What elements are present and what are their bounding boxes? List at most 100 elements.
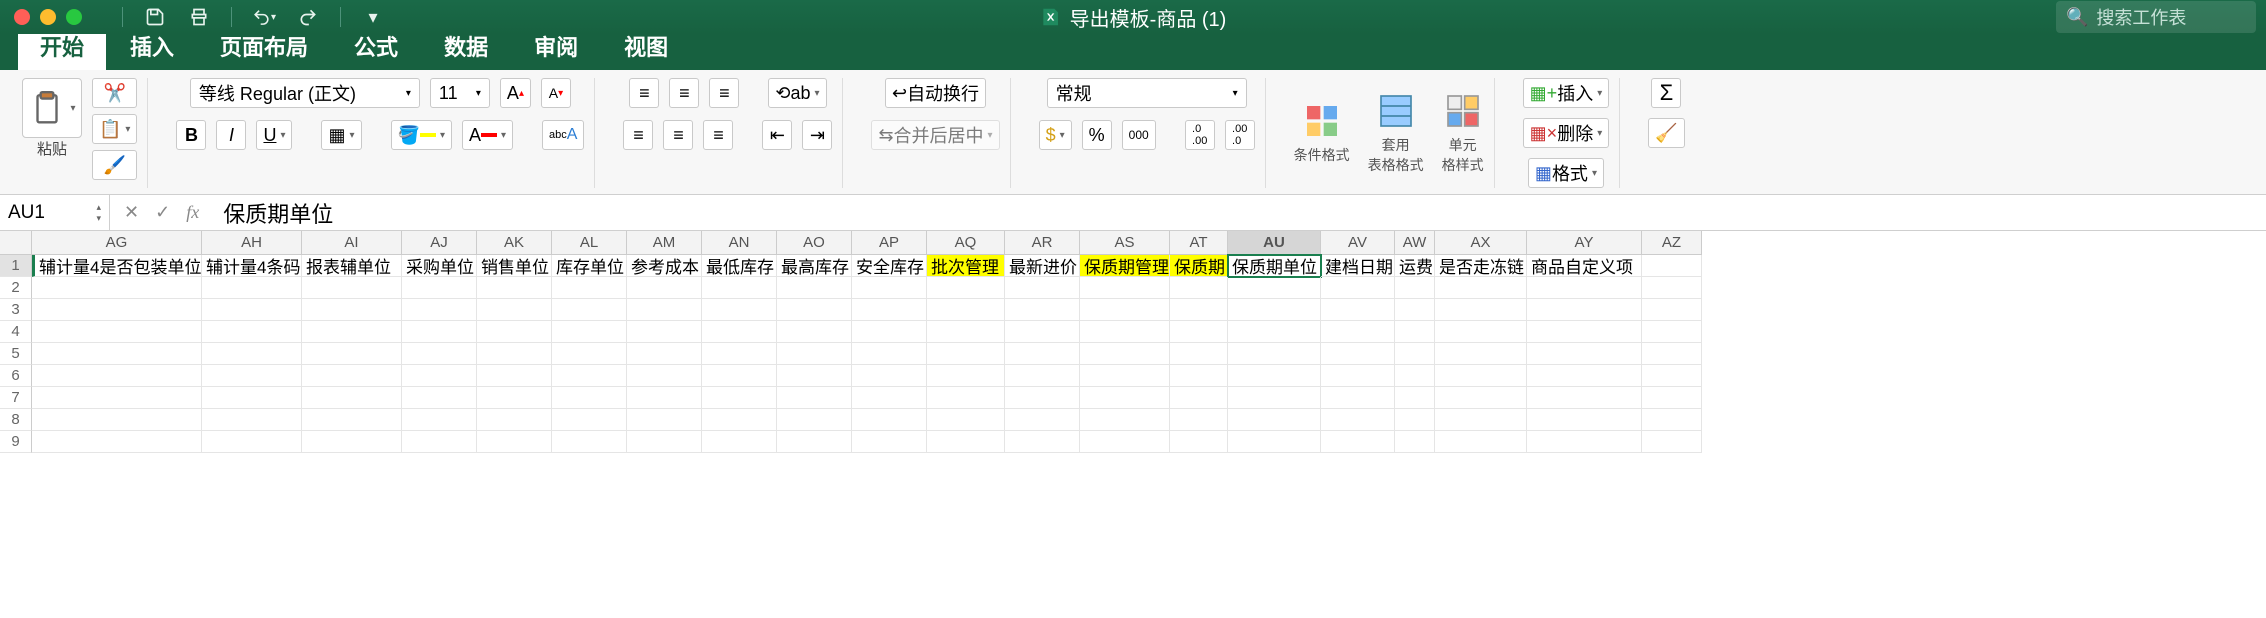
clear-button[interactable]: 🧹 [1648, 118, 1684, 148]
cell-AJ2[interactable] [402, 277, 477, 299]
cell-AM4[interactable] [627, 321, 702, 343]
cell-AU8[interactable] [1228, 409, 1321, 431]
column-header-AN[interactable]: AN [702, 231, 777, 255]
underline-button[interactable]: U [256, 120, 292, 150]
align-top-button[interactable]: ≡ [629, 78, 659, 108]
cell-AK4[interactable] [477, 321, 552, 343]
cell-AG1[interactable]: 辅计量4是否包装单位 [32, 255, 202, 277]
decrease-font-button[interactable]: A▾ [541, 78, 571, 108]
cell-AG8[interactable] [32, 409, 202, 431]
column-header-AK[interactable]: AK [477, 231, 552, 255]
cell-AK8[interactable] [477, 409, 552, 431]
cell-AZ4[interactable] [1642, 321, 1702, 343]
column-header-AQ[interactable]: AQ [927, 231, 1005, 255]
column-header-AV[interactable]: AV [1321, 231, 1395, 255]
cell-AY4[interactable] [1527, 321, 1642, 343]
column-header-AO[interactable]: AO [777, 231, 852, 255]
cell-AP3[interactable] [852, 299, 927, 321]
cell-AW8[interactable] [1395, 409, 1435, 431]
cell-AZ5[interactable] [1642, 343, 1702, 365]
cell-AO4[interactable] [777, 321, 852, 343]
cell-AS9[interactable] [1080, 431, 1170, 453]
cell-AW7[interactable] [1395, 387, 1435, 409]
cell-AI2[interactable] [302, 277, 402, 299]
row-header-7[interactable]: 7 [0, 387, 32, 409]
cell-AI3[interactable] [302, 299, 402, 321]
cell-AN6[interactable] [702, 365, 777, 387]
cell-AX1[interactable]: 是否走冻链 [1435, 255, 1527, 277]
cell-AY1[interactable]: 商品自定义项 [1527, 255, 1642, 277]
cell-AH6[interactable] [202, 365, 302, 387]
cell-AK7[interactable] [477, 387, 552, 409]
bold-button[interactable]: B [176, 120, 206, 150]
cell-AJ3[interactable] [402, 299, 477, 321]
column-header-AJ[interactable]: AJ [402, 231, 477, 255]
delete-cells-button[interactable]: ▦× 删除 [1523, 118, 1610, 148]
cell-AK1[interactable]: 销售单位 [477, 255, 552, 277]
cell-AW4[interactable] [1395, 321, 1435, 343]
cell-AO8[interactable] [777, 409, 852, 431]
cell-AV2[interactable] [1321, 277, 1395, 299]
cell-AX4[interactable] [1435, 321, 1527, 343]
cell-AR4[interactable] [1005, 321, 1080, 343]
row-header-4[interactable]: 4 [0, 321, 32, 343]
cell-style-button[interactable]: 单元 格样式 [1442, 91, 1484, 175]
cell-AK2[interactable] [477, 277, 552, 299]
cell-AK6[interactable] [477, 365, 552, 387]
cell-AO6[interactable] [777, 365, 852, 387]
column-header-AY[interactable]: AY [1527, 231, 1642, 255]
cell-AP1[interactable]: 安全库存 [852, 255, 927, 277]
cell-AP9[interactable] [852, 431, 927, 453]
cell-AM6[interactable] [627, 365, 702, 387]
cell-AI4[interactable] [302, 321, 402, 343]
cell-AJ8[interactable] [402, 409, 477, 431]
fx-icon[interactable]: fx [186, 202, 199, 223]
cell-AN8[interactable] [702, 409, 777, 431]
cell-AI5[interactable] [302, 343, 402, 365]
increase-decimal-button[interactable]: .0.00 [1185, 120, 1215, 150]
cell-AV7[interactable] [1321, 387, 1395, 409]
cell-AY8[interactable] [1527, 409, 1642, 431]
cell-AR5[interactable] [1005, 343, 1080, 365]
cell-AG3[interactable] [32, 299, 202, 321]
cell-AR3[interactable] [1005, 299, 1080, 321]
cell-AK5[interactable] [477, 343, 552, 365]
cell-AQ9[interactable] [927, 431, 1005, 453]
cell-AV4[interactable] [1321, 321, 1395, 343]
cell-AT6[interactable] [1170, 365, 1228, 387]
cell-AT8[interactable] [1170, 409, 1228, 431]
print-icon[interactable] [187, 5, 211, 29]
cell-AW2[interactable] [1395, 277, 1435, 299]
cell-AN5[interactable] [702, 343, 777, 365]
cell-AK9[interactable] [477, 431, 552, 453]
wrap-text-button[interactable]: ↩ 自动换行 [885, 78, 986, 108]
cell-AS2[interactable] [1080, 277, 1170, 299]
column-header-AU[interactable]: AU [1228, 231, 1321, 255]
cell-AM2[interactable] [627, 277, 702, 299]
cell-AZ3[interactable] [1642, 299, 1702, 321]
cell-AV9[interactable] [1321, 431, 1395, 453]
cell-AP4[interactable] [852, 321, 927, 343]
search-sheet[interactable]: 🔍 搜索工作表 [2056, 1, 2256, 33]
cell-AQ7[interactable] [927, 387, 1005, 409]
cell-AL2[interactable] [552, 277, 627, 299]
cell-AH8[interactable] [202, 409, 302, 431]
column-header-AW[interactable]: AW [1395, 231, 1435, 255]
column-header-AI[interactable]: AI [302, 231, 402, 255]
cell-AV8[interactable] [1321, 409, 1395, 431]
cell-AN1[interactable]: 最低库存 [702, 255, 777, 277]
conditional-format-button[interactable]: 条件格式 [1294, 101, 1350, 165]
increase-font-button[interactable]: A▴ [500, 78, 531, 108]
cell-AQ4[interactable] [927, 321, 1005, 343]
cell-AL7[interactable] [552, 387, 627, 409]
cell-AU4[interactable] [1228, 321, 1321, 343]
cell-AM1[interactable]: 参考成本 [627, 255, 702, 277]
cell-AQ6[interactable] [927, 365, 1005, 387]
orientation-button[interactable]: ⟲ab [768, 78, 826, 108]
cell-AN7[interactable] [702, 387, 777, 409]
align-bottom-button[interactable]: ≡ [709, 78, 739, 108]
cell-AT3[interactable] [1170, 299, 1228, 321]
insert-cells-button[interactable]: ▦+ 插入 [1523, 78, 1610, 108]
column-header-AZ[interactable]: AZ [1642, 231, 1702, 255]
column-header-AH[interactable]: AH [202, 231, 302, 255]
